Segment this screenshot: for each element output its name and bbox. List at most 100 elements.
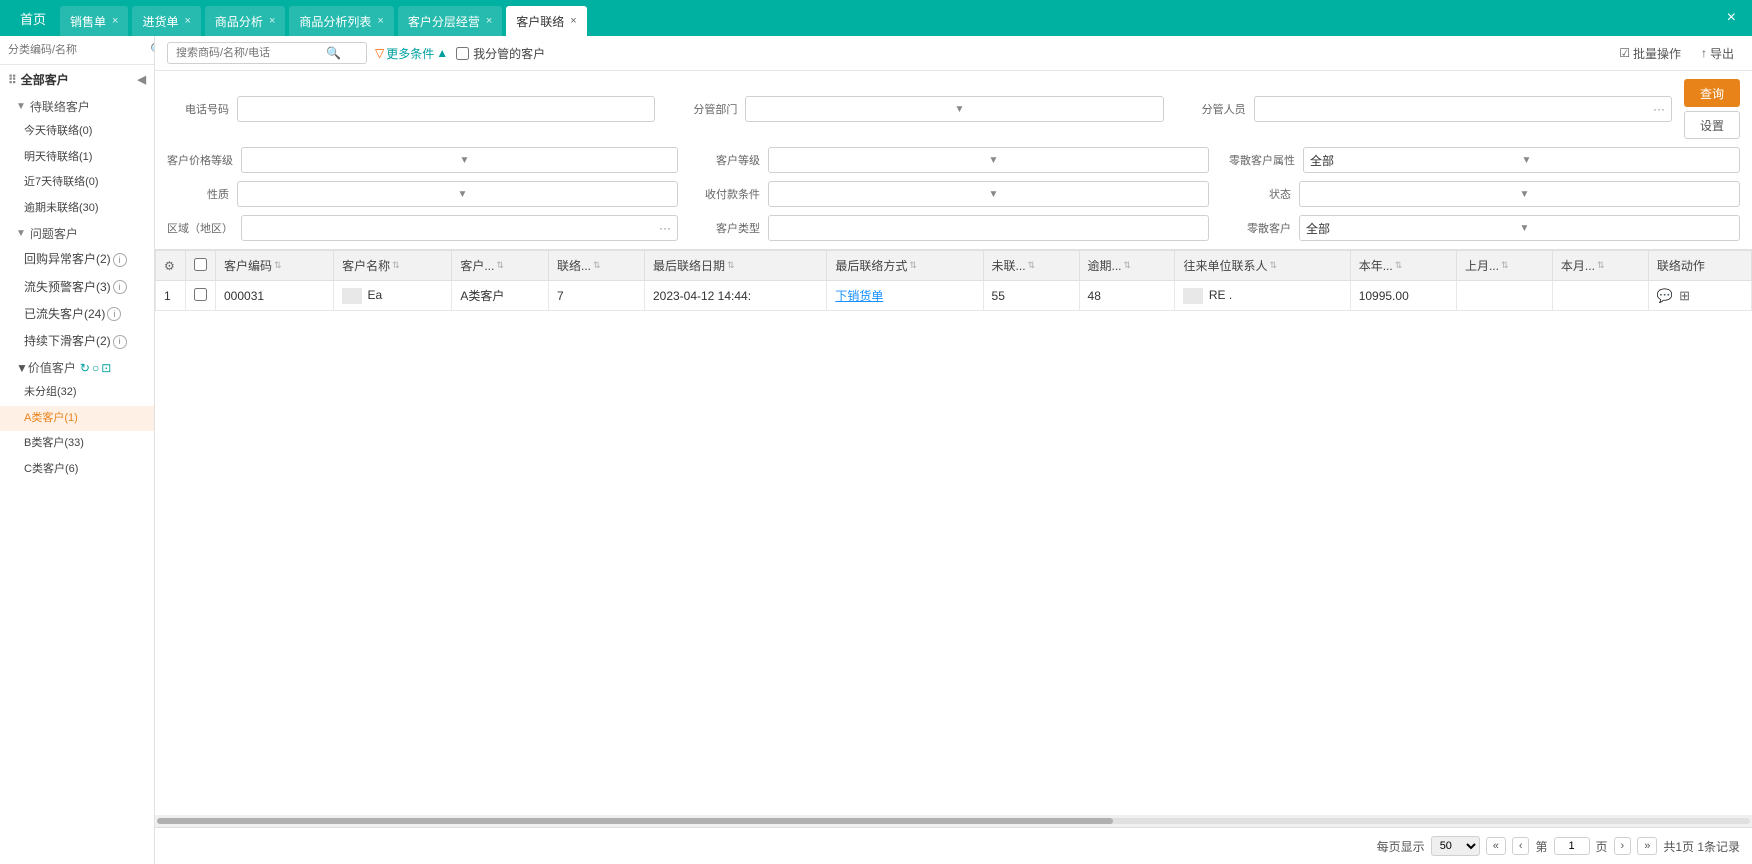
tab-customer-mgmt[interactable]: 客户分层经营 × bbox=[398, 6, 502, 36]
info-icon-repurchase[interactable]: i bbox=[113, 253, 127, 267]
pending-contact-group[interactable]: ▼ 待联络客户 bbox=[0, 94, 154, 119]
filter-search-icon[interactable]: 🔍 bbox=[326, 46, 341, 60]
sidebar-item-overdue[interactable]: 逾期未联络(30) bbox=[0, 196, 154, 222]
prev-page-button[interactable]: ‹ bbox=[1512, 837, 1530, 855]
col-overdue-sort[interactable]: ⇅ bbox=[1124, 260, 1132, 271]
batch-op-label: 批量操作 bbox=[1633, 45, 1681, 62]
sidebar-search-input[interactable] bbox=[8, 44, 150, 56]
retail-attr-arrow: ▼ bbox=[1522, 155, 1734, 166]
nav-home[interactable]: 首页 bbox=[8, 9, 58, 28]
col-contact-sort[interactable]: ⇅ bbox=[593, 260, 601, 271]
sidebar-item-class-b[interactable]: B类客户(33) bbox=[0, 431, 154, 457]
sidebar-item-class-a[interactable]: A类客户(1) bbox=[0, 406, 154, 432]
page-size-select[interactable]: 50 100 200 bbox=[1431, 836, 1480, 856]
tab-product-analysis[interactable]: 商品分析 × bbox=[205, 6, 285, 36]
qr-icon[interactable]: ⊞ bbox=[1679, 288, 1690, 304]
col-this-year-sort[interactable]: ⇅ bbox=[1395, 260, 1403, 271]
settings-button[interactable]: 设置 bbox=[1684, 111, 1740, 139]
col-checkbox[interactable] bbox=[186, 251, 216, 281]
total-records-label: 共1页 1条记录 bbox=[1663, 838, 1740, 855]
row-last-method[interactable]: 下销货单 bbox=[827, 281, 983, 311]
col-this-month-sort[interactable]: ⇅ bbox=[1597, 260, 1605, 271]
row-last-date: 2023-04-12 14:44: bbox=[644, 281, 826, 311]
batch-op-button[interactable]: ☑ 批量操作 bbox=[1613, 43, 1687, 64]
sidebar-item-churn-warning[interactable]: 流失预警客户(3) i bbox=[0, 274, 154, 301]
select-all-checkbox[interactable] bbox=[194, 258, 207, 271]
more-filters-button[interactable]: ▽ 更多条件 ▲ bbox=[375, 45, 448, 62]
col-no-contact-sort[interactable]: ⇅ bbox=[1028, 260, 1036, 271]
query-button[interactable]: 查询 bbox=[1684, 79, 1740, 107]
status-select[interactable]: ▼ bbox=[1299, 181, 1740, 207]
value-refresh-icon[interactable]: ↻ bbox=[80, 361, 90, 375]
region-select[interactable]: ··· bbox=[241, 215, 678, 241]
level-select[interactable]: ▼ bbox=[768, 147, 1209, 173]
sidebar-item-tomorrow[interactable]: 明天待联络(1) bbox=[0, 145, 154, 171]
row-last-method-link[interactable]: 下销货单 bbox=[835, 289, 883, 303]
filter-icon: ▽ bbox=[375, 46, 384, 60]
sidebar-item-declining[interactable]: 持续下滑客户(2) i bbox=[0, 328, 154, 355]
tab-customer-contact-close[interactable]: × bbox=[570, 15, 576, 27]
sidebar-item-repurchase[interactable]: 回购异常客户(2) i bbox=[0, 246, 154, 273]
my-customers-checkbox[interactable]: 我分管的客户 bbox=[456, 45, 545, 62]
tab-customer-mgmt-close[interactable]: × bbox=[486, 15, 492, 27]
my-customers-input[interactable] bbox=[456, 47, 469, 60]
person-select[interactable]: ··· bbox=[1254, 96, 1672, 122]
info-icon-churned[interactable]: i bbox=[107, 307, 121, 321]
all-customers-label: 全部客户 bbox=[21, 71, 69, 88]
value-settings-icon[interactable]: ⊡ bbox=[101, 361, 111, 375]
dept-select[interactable]: ▼ bbox=[745, 96, 1163, 122]
price-grade-select[interactable]: ▼ bbox=[241, 147, 678, 173]
tab-purchase-close[interactable]: × bbox=[184, 15, 190, 27]
scrollbar-thumb[interactable] bbox=[157, 818, 1113, 824]
tab-product-list[interactable]: 商品分析列表 × bbox=[289, 6, 393, 36]
tab-customer-contact[interactable]: 客户联络 × bbox=[506, 6, 586, 36]
tab-sales-close[interactable]: × bbox=[112, 15, 118, 27]
value-customers-group[interactable]: ▼ 价值客户 ↻ ○ ⊡ bbox=[0, 355, 154, 380]
value-add-icon[interactable]: ○ bbox=[92, 361, 99, 375]
row-checkbox-cell[interactable] bbox=[186, 281, 216, 311]
all-customers-header[interactable]: ⠿ 全部客户 ◀ bbox=[0, 65, 154, 94]
col-gear[interactable]: ⚙ bbox=[156, 251, 186, 281]
export-button[interactable]: ↑ 导出 bbox=[1695, 43, 1740, 64]
col-code-sort[interactable]: ⇅ bbox=[274, 260, 282, 271]
collapse-icon[interactable]: ◀ bbox=[138, 73, 146, 86]
row-company-contact: RE . bbox=[1175, 281, 1350, 311]
info-icon-declining[interactable]: i bbox=[113, 335, 127, 349]
info-icon-churn-warning[interactable]: i bbox=[113, 280, 127, 294]
row-checkbox[interactable] bbox=[194, 288, 207, 301]
sidebar-item-churned[interactable]: 已流失客户(24) i bbox=[0, 301, 154, 328]
problem-customers-group[interactable]: ▼ 问题客户 bbox=[0, 221, 154, 246]
person-label: 分管人员 bbox=[1184, 101, 1254, 117]
filter-search-input[interactable] bbox=[176, 47, 326, 59]
col-company-contact-sort[interactable]: ⇅ bbox=[1270, 260, 1278, 271]
horizontal-scrollbar[interactable] bbox=[155, 815, 1752, 827]
window-close-button[interactable]: × bbox=[1719, 9, 1744, 27]
col-type-sort[interactable]: ⇅ bbox=[496, 260, 504, 271]
customer-type-select[interactable] bbox=[768, 215, 1209, 241]
nature-select[interactable]: ▼ bbox=[237, 181, 678, 207]
tab-sales[interactable]: 销售单 × bbox=[60, 6, 128, 36]
col-last-month-sort[interactable]: ⇅ bbox=[1501, 260, 1509, 271]
next-page-button[interactable]: › bbox=[1614, 837, 1632, 855]
tab-product-list-close[interactable]: × bbox=[377, 15, 383, 27]
retail-customer-select[interactable]: 全部 ▼ bbox=[1299, 215, 1740, 241]
retail-attr-select[interactable]: 全部 ▼ bbox=[1303, 147, 1740, 173]
batch-op-icon: ☑ bbox=[1619, 46, 1630, 60]
sidebar-item-7days[interactable]: 近7天待联络(0) bbox=[0, 170, 154, 196]
sidebar-item-class-c[interactable]: C类客户(6) bbox=[0, 457, 154, 483]
phone-input[interactable] bbox=[237, 96, 655, 122]
last-page-button[interactable]: » bbox=[1637, 837, 1657, 855]
sidebar-item-ungrouped[interactable]: 未分组(32) bbox=[0, 380, 154, 406]
col-last-date-sort[interactable]: ⇅ bbox=[727, 260, 735, 271]
col-last-method-sort[interactable]: ⇅ bbox=[909, 260, 917, 271]
tab-purchase[interactable]: 进货单 × bbox=[132, 6, 200, 36]
payment-select[interactable]: ▼ bbox=[768, 181, 1209, 207]
filter-row-3: 性质 ▼ 收付款条件 ▼ 状态 bbox=[167, 181, 1740, 207]
first-page-button[interactable]: « bbox=[1486, 837, 1506, 855]
tab-product-analysis-close[interactable]: × bbox=[269, 15, 275, 27]
gear-icon[interactable]: ⚙ bbox=[164, 259, 175, 273]
page-number-input[interactable] bbox=[1554, 837, 1590, 855]
sidebar-item-today[interactable]: 今天待联络(0) bbox=[0, 119, 154, 145]
chat-icon[interactable]: 💬 bbox=[1657, 288, 1673, 304]
col-name-sort[interactable]: ⇅ bbox=[392, 260, 400, 271]
